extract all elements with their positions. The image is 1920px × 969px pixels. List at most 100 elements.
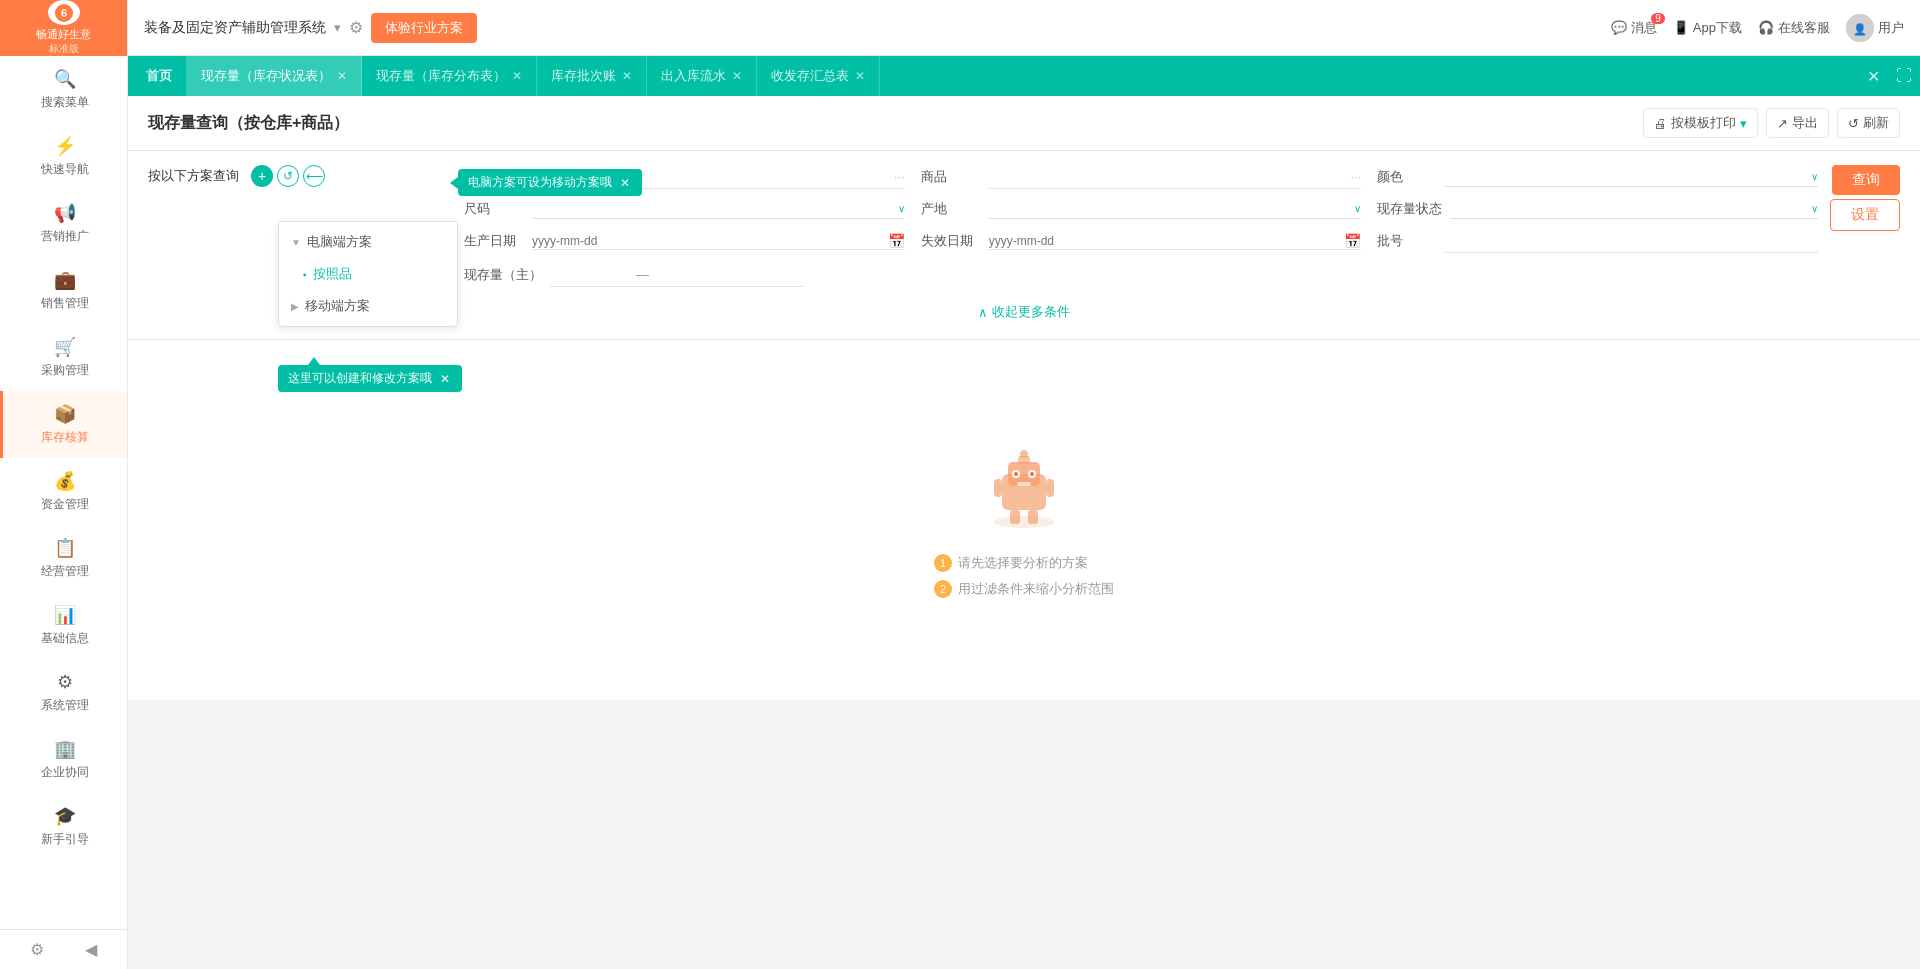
stock-main-field: 现存量（主） — [464, 263, 804, 287]
tab-batch-account[interactable]: 库存批次账 ✕ [537, 56, 647, 96]
mobile-scheme-label: 移动端方案 [305, 297, 370, 315]
app-download-btn[interactable]: 📱 App下载 [1673, 19, 1742, 37]
message-btn[interactable]: 💬 消息 9 [1611, 19, 1657, 37]
online-support-btn[interactable]: 🎧 在线客服 [1758, 19, 1830, 37]
print-icon: 🖨 [1654, 116, 1667, 131]
tab-recv-summary[interactable]: 收发存汇总表 ✕ [757, 56, 880, 96]
inventory-icon: 📦 [54, 403, 76, 425]
sidebar-item-system[interactable]: ⚙ 系统管理 [0, 659, 127, 726]
query-btn[interactable]: 查询 [1832, 165, 1900, 195]
sidebar-item-label: 搜索菜单 [41, 94, 89, 111]
tab-close-icon[interactable]: ✕ [337, 69, 347, 83]
settings-btn[interactable]: 设置 [1830, 199, 1900, 231]
sidebar-item-search-menu[interactable]: 🔍 搜索菜单 [0, 56, 127, 123]
sidebar-item-guide[interactable]: 🎓 新手引导 [0, 793, 127, 860]
tab-close-icon[interactable]: ✕ [622, 69, 632, 83]
tab-in-out-flow-label: 出入库流水 [661, 67, 726, 85]
tip-num-1: 1 [934, 554, 952, 572]
sidebar-item-enterprise[interactable]: 🏢 企业协同 [0, 726, 127, 793]
fullscreen-icon[interactable]: ⛶ [1888, 67, 1920, 85]
brand-sub: 标准版 [49, 42, 79, 56]
scheme-tooltip2-close[interactable]: ✕ [440, 372, 450, 386]
expiry-date-value[interactable] [989, 234, 1341, 248]
sidebar-item-operations[interactable]: 📋 经营管理 [0, 525, 127, 592]
refresh-icon: ↺ [1848, 116, 1859, 131]
desktop-scheme-item-active[interactable]: ▪ 按照品 [279, 258, 457, 290]
origin-field: 产地 ∨ [921, 199, 1362, 219]
color-label: 颜色 [1377, 168, 1437, 186]
stock-status-select[interactable]: ∨ [1450, 199, 1818, 219]
add-scheme-btn[interactable]: + [251, 165, 273, 187]
system-name: 装备及固定资产辅助管理系统 [144, 19, 326, 37]
refresh-btn[interactable]: ↺ 刷新 [1837, 108, 1900, 138]
svg-point-10 [1030, 472, 1034, 476]
desktop-scheme-label: 电脑端方案 [307, 233, 372, 251]
prod-date-input[interactable]: 📅 [532, 233, 905, 250]
page-header: 现存量查询（按仓库+商品） 🖨 按模板打印 ▾ ↗ 导出 ↺ 刷新 [128, 96, 1920, 151]
settings-bottom-icon[interactable]: ⚙ [30, 940, 44, 959]
filter-section: 按以下方案查询 + ↺ ⟵ ▼ 电脑端方案 [128, 151, 1920, 340]
expiry-date-input[interactable]: 📅 [989, 233, 1362, 250]
color-select[interactable]: ∨ [1445, 167, 1818, 187]
stock-main-to[interactable] [655, 267, 735, 282]
stock-main-from[interactable] [550, 267, 630, 282]
warehouse-dots[interactable]: ··· [894, 169, 905, 184]
calendar-icon[interactable]: 📅 [888, 233, 905, 249]
calendar-icon2[interactable]: 📅 [1344, 233, 1361, 249]
scheme-tooltip2-wrap: 这里可以创建和修改方案哦 ✕ [278, 361, 462, 392]
tab-inventory-status[interactable]: 现存量（库存状况表） ✕ [187, 56, 362, 96]
goods-dots[interactable]: ··· [1350, 169, 1361, 184]
user-menu[interactable]: 👤 用户 [1846, 14, 1904, 42]
collapse-sidebar-icon[interactable]: ◀ [85, 940, 97, 959]
expand-icon2: ▶ [291, 301, 299, 312]
close-all-tabs-icon[interactable]: ✕ [1859, 67, 1888, 86]
tab-close-icon[interactable]: ✕ [512, 69, 522, 83]
logo-icon: 6 [48, 0, 80, 25]
sidebar-item-label: 资金管理 [41, 496, 89, 513]
tab-close-icon[interactable]: ✕ [732, 69, 742, 83]
tab-in-out-flow[interactable]: 出入库流水 ✕ [647, 56, 757, 96]
sidebar-nav: 🔍 搜索菜单 ⚡ 快速导航 📢 营销推广 💼 销售管理 🛒 采购管理 📦 库存核… [0, 56, 127, 929]
sidebar-item-sales[interactable]: 💼 销售管理 [0, 257, 127, 324]
user-label: 用户 [1878, 19, 1904, 37]
tab-close-icon[interactable]: ✕ [855, 69, 865, 83]
size-select[interactable]: ∨ [532, 199, 905, 219]
header-settings-icon[interactable]: ⚙ [349, 18, 363, 37]
origin-select[interactable]: ∨ [989, 199, 1362, 219]
tab-home[interactable]: 首页 [132, 56, 187, 96]
sidebar-item-quick-nav[interactable]: ⚡ 快速导航 [0, 123, 127, 190]
size-arrow: ∨ [898, 203, 905, 214]
back-scheme-btn[interactable]: ⟵ [303, 165, 325, 187]
enterprise-icon: 🏢 [54, 738, 76, 760]
sidebar-item-basic-info[interactable]: 📊 基础信息 [0, 592, 127, 659]
refresh-scheme-btn[interactable]: ↺ [277, 165, 299, 187]
sidebar-item-finance[interactable]: 💰 资金管理 [0, 458, 127, 525]
main-area: 装备及固定资产辅助管理系统 ▾ ⚙ 体验行业方案 💬 消息 9 📱 App下载 … [128, 0, 1920, 969]
tip-item-2: 2 用过滤条件来缩小分析范围 [934, 580, 1114, 598]
tab-inventory-dist-label: 现存量（库存分布表） [376, 67, 506, 85]
sidebar-item-inventory[interactable]: 📦 库存核算 [0, 391, 127, 458]
header-dropdown-arrow[interactable]: ▾ [334, 20, 341, 35]
svg-rect-12 [994, 479, 1002, 497]
scheme-tooltip1-close[interactable]: ✕ [620, 176, 630, 190]
mobile-scheme-group[interactable]: ▶ 移动端方案 [279, 290, 457, 322]
batch-label: 批号 [1377, 232, 1437, 250]
desktop-scheme-group[interactable]: ▼ 电脑端方案 [279, 226, 457, 258]
sidebar-item-label: 销售管理 [41, 295, 89, 312]
print-btn[interactable]: 🖨 按模板打印 ▾ [1643, 108, 1758, 138]
tab-batch-account-label: 库存批次账 [551, 67, 616, 85]
prod-date-value[interactable] [532, 234, 884, 248]
brand-name: 畅通好生意 [36, 27, 91, 42]
sidebar-item-marketing[interactable]: 📢 营销推广 [0, 190, 127, 257]
industry-btn[interactable]: 体验行业方案 [371, 13, 477, 43]
stock-main-label: 现存量（主） [464, 266, 542, 284]
sidebar-item-purchase[interactable]: 🛒 采购管理 [0, 324, 127, 391]
scheme-sub-label: 按照品 [313, 265, 352, 283]
finance-icon: 💰 [54, 470, 76, 492]
batch-input[interactable] [1445, 233, 1818, 248]
origin-arrow: ∨ [1354, 203, 1361, 214]
tab-home-label: 首页 [146, 67, 172, 85]
scheme-tooltip2: 这里可以创建和修改方案哦 ✕ [278, 365, 462, 392]
export-btn[interactable]: ↗ 导出 [1766, 108, 1829, 138]
tab-inventory-dist[interactable]: 现存量（库存分布表） ✕ [362, 56, 537, 96]
